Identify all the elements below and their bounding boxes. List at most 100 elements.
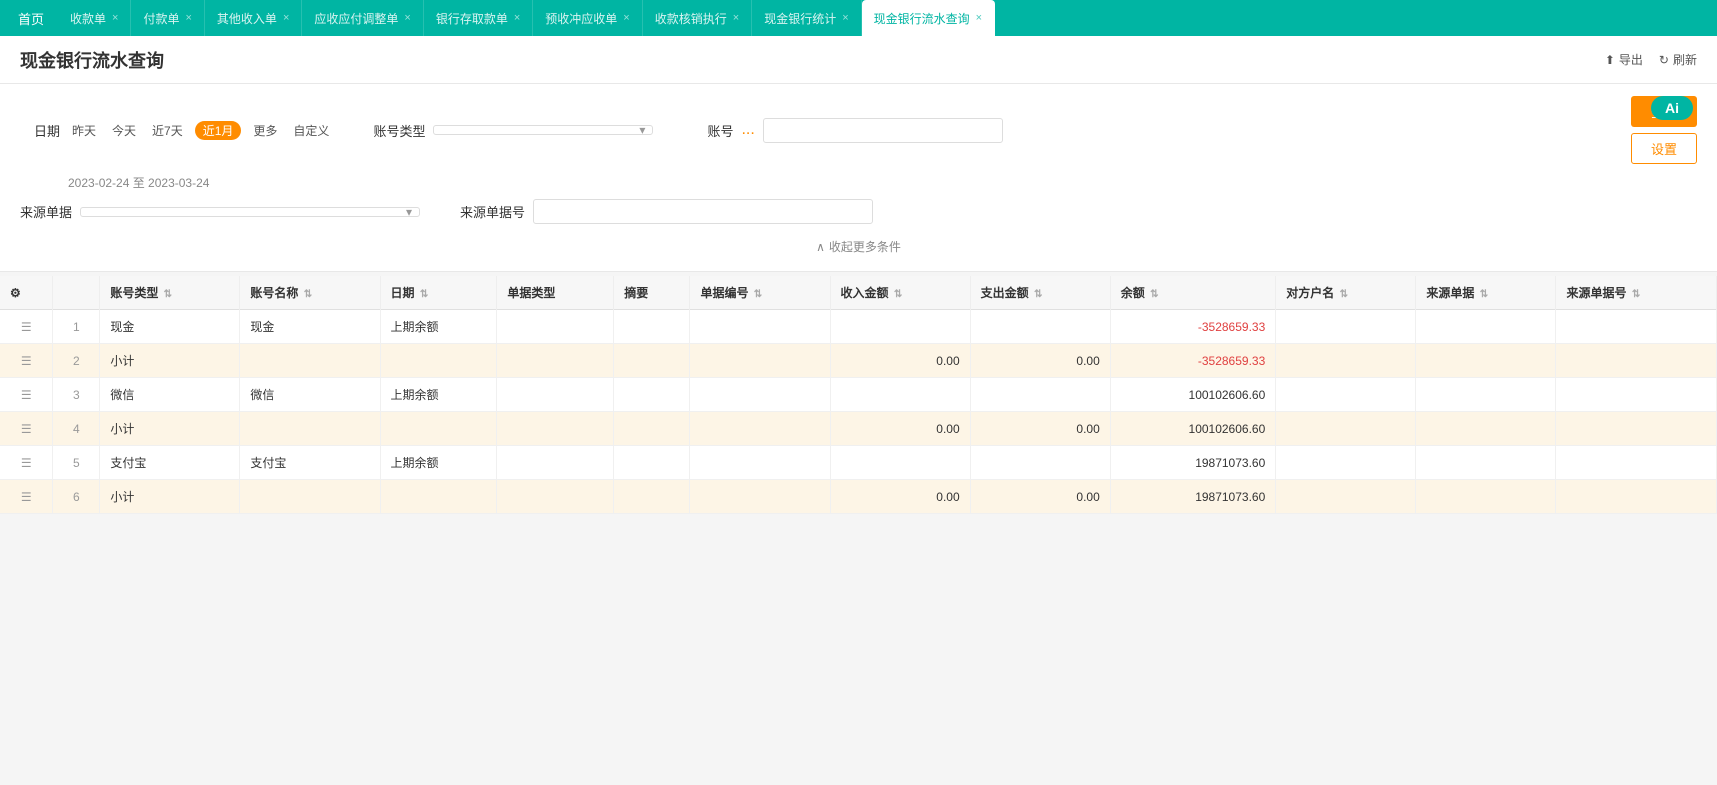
nav-tab-6[interactable]: 收款核销执行 × (643, 0, 752, 36)
row-gear-icon[interactable]: ☰ (0, 378, 53, 412)
nav-tab-0[interactable]: 收款单 × (58, 0, 131, 36)
row-income (830, 446, 970, 480)
date-shortcut-yesterday[interactable]: 昨天 (68, 121, 100, 140)
row-income (830, 378, 970, 412)
date-shortcut-1month[interactable]: 近1月 (195, 121, 242, 140)
close-icon-1[interactable]: × (185, 12, 191, 24)
row-source-doc (1416, 446, 1556, 480)
col-balance[interactable]: 余额 ⇅ (1110, 276, 1276, 310)
row-doc-type (497, 412, 614, 446)
col-source-doc-label: 来源单据 (1426, 286, 1474, 300)
col-doc-type: 单据类型 (497, 276, 614, 310)
source-doc-num-input[interactable] (533, 199, 873, 224)
settings-button[interactable]: 设置 (1631, 133, 1697, 164)
row-balance: 100102606.60 (1110, 378, 1276, 412)
table-row[interactable]: ☰ 6 小计 0.00 0.00 19871073.60 (0, 480, 1717, 514)
date-shortcut-more[interactable]: 更多 (249, 121, 281, 140)
row-source-doc (1416, 412, 1556, 446)
col-account-type[interactable]: 账号类型 ⇅ (100, 276, 240, 310)
row-account-name (240, 344, 380, 378)
row-account-type: 微信 (100, 378, 240, 412)
row-gear-icon[interactable]: ☰ (0, 446, 53, 480)
col-counterparty[interactable]: 对方户名 ⇅ (1276, 276, 1416, 310)
close-icon-0[interactable]: × (112, 12, 118, 24)
row-source-doc-no (1556, 446, 1717, 480)
row-counterparty (1276, 412, 1416, 446)
row-gear-icon[interactable]: ☰ (0, 480, 53, 514)
row-income: 0.00 (830, 412, 970, 446)
sort-account-name-icon: ⇅ (304, 289, 312, 300)
col-source-doc-no[interactable]: 来源单据号 ⇅ (1556, 276, 1717, 310)
nav-tab-1[interactable]: 付款单 × (131, 0, 204, 36)
row-account-name: 现金 (240, 310, 380, 344)
refresh-button[interactable]: ↻ 刷新 (1659, 51, 1697, 68)
table-row[interactable]: ☰ 4 小计 0.00 0.00 100102606.60 (0, 412, 1717, 446)
col-balance-label: 余额 (1121, 286, 1145, 300)
date-shortcut-7days[interactable]: 近7天 (148, 121, 187, 140)
col-expense-label: 支出金额 (981, 286, 1029, 300)
ai-badge[interactable]: Ai (1651, 96, 1693, 120)
data-table: ⚙ 账号类型 ⇅ 账号名称 ⇅ 日期 ⇅ 单据类型 摘要 单据编号 (0, 276, 1717, 514)
row-doc-no (690, 412, 830, 446)
nav-tab-8[interactable]: 现金银行流水查询 × (862, 0, 995, 36)
account-input[interactable] (763, 118, 1003, 143)
nav-tab-2[interactable]: 其他收入单 × (205, 0, 302, 36)
row-balance: -3528659.33 (1110, 310, 1276, 344)
col-account-name[interactable]: 账号名称 ⇅ (240, 276, 380, 310)
row-gear-icon[interactable]: ☰ (0, 412, 53, 446)
collapse-conditions-button[interactable]: ∧ 收起更多条件 (20, 234, 1697, 259)
close-icon-5[interactable]: × (623, 12, 629, 24)
row-balance: -3528659.33 (1110, 344, 1276, 378)
close-icon-7[interactable]: × (842, 12, 848, 24)
close-icon-6[interactable]: × (733, 12, 739, 24)
sort-date-icon: ⇅ (420, 289, 428, 300)
account-type-select[interactable] (433, 125, 653, 135)
account-dots-button[interactable]: ... (741, 121, 754, 139)
nav-tab-7[interactable]: 现金银行统计 × (752, 0, 861, 36)
nav-tab-4[interactable]: 银行存取款单 × (424, 0, 533, 36)
table-row[interactable]: ☰ 5 支付宝 支付宝 上期余额 19871073.60 (0, 446, 1717, 480)
row-counterparty (1276, 378, 1416, 412)
export-button[interactable]: ⬆ 导出 (1605, 51, 1643, 68)
nav-tab-3[interactable]: 应收应付调整单 × (302, 0, 423, 36)
close-icon-4[interactable]: × (514, 12, 520, 24)
date-shortcut-today[interactable]: 今天 (108, 121, 140, 140)
table-header: ⚙ 账号类型 ⇅ 账号名称 ⇅ 日期 ⇅ 单据类型 摘要 单据编号 (0, 276, 1717, 310)
row-index: 1 (53, 310, 100, 344)
col-source-doc[interactable]: 来源单据 ⇅ (1416, 276, 1556, 310)
date-shortcuts: 昨天 今天 近7天 近1月 更多 自定义 (68, 121, 333, 140)
col-doc-no[interactable]: 单据编号 ⇅ (690, 276, 830, 310)
nav-tab-5[interactable]: 预收冲应收单 × (533, 0, 642, 36)
row-income: 0.00 (830, 480, 970, 514)
col-expense[interactable]: 支出金额 ⇅ (970, 276, 1110, 310)
table-row[interactable]: ☰ 1 现金 现金 上期余额 -3528659.33 (0, 310, 1717, 344)
source-doc-select[interactable] (80, 207, 420, 217)
close-icon-2[interactable]: × (283, 12, 289, 24)
row-doc-type (497, 344, 614, 378)
nav-home[interactable]: 首页 (4, 9, 58, 28)
row-source-doc (1416, 344, 1556, 378)
row-income: 0.00 (830, 344, 970, 378)
date-shortcut-custom[interactable]: 自定义 (289, 121, 333, 140)
row-doc-no (690, 344, 830, 378)
row-counterparty (1276, 480, 1416, 514)
refresh-icon: ↻ (1659, 53, 1669, 67)
col-gear[interactable]: ⚙ (0, 276, 53, 310)
row-account-type: 支付宝 (100, 446, 240, 480)
table-row[interactable]: ☰ 3 微信 微信 上期余额 100102606.60 (0, 378, 1717, 412)
row-gear-icon[interactable]: ☰ (0, 310, 53, 344)
row-account-name (240, 412, 380, 446)
row-gear-icon[interactable]: ☰ (0, 344, 53, 378)
row-account-name: 微信 (240, 378, 380, 412)
row-doc-no (690, 480, 830, 514)
row-source-doc (1416, 310, 1556, 344)
col-date[interactable]: 日期 ⇅ (380, 276, 497, 310)
filter-area: 日期 昨天 今天 近7天 近1月 更多 自定义 账号类型 ▾ 账号 ... 查询… (0, 84, 1717, 272)
close-icon-3[interactable]: × (404, 12, 410, 24)
account-type-select-wrapper: ▾ (433, 125, 653, 135)
table-row[interactable]: ☰ 2 小计 0.00 0.00 -3528659.33 (0, 344, 1717, 378)
row-index: 3 (53, 378, 100, 412)
close-icon-8[interactable]: × (976, 12, 982, 24)
col-income[interactable]: 收入金额 ⇅ (830, 276, 970, 310)
row-doc-no (690, 446, 830, 480)
